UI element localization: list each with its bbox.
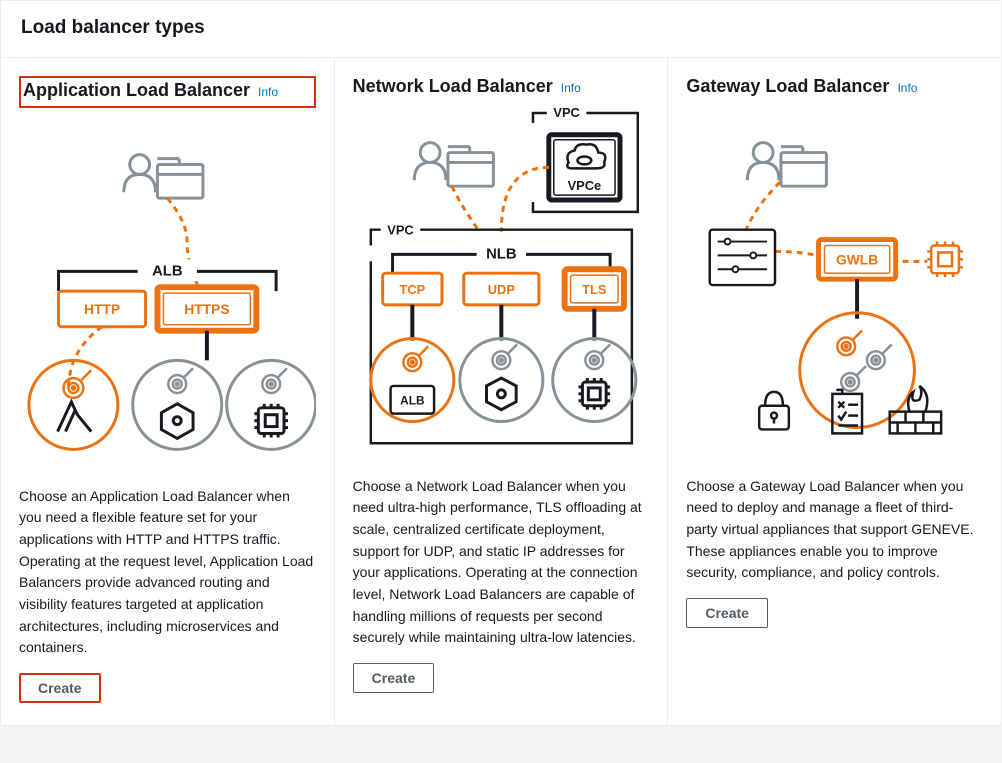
https-text: HTTPS <box>184 300 229 316</box>
cards-row: Application Load Balancer Info <box>1 58 1001 725</box>
load-balancer-types-panel: Load balancer types Application Load Bal… <box>0 0 1002 726</box>
alb-label: ALB <box>152 263 183 279</box>
gwlb-target-circle <box>800 312 915 427</box>
alb-desc: Choose an Application Load Balancer when… <box>19 486 316 660</box>
nlb-card: Network Load Balancer Info VPC VPC <box>335 58 669 725</box>
target-icon-2 <box>168 368 193 393</box>
target-icon <box>403 346 428 371</box>
page-title: Load balancer types <box>21 17 981 39</box>
hexagon-icon <box>161 403 193 438</box>
chip-icon-orange <box>928 241 964 277</box>
http-text: HTTP <box>84 300 120 316</box>
alb-dash-to-lambda <box>68 326 102 389</box>
hexagon-icon <box>486 378 516 410</box>
tcp-text: TCP <box>399 282 425 297</box>
alb-title-highlight: Application Load Balancer Info <box>19 76 316 108</box>
alb-card: Application Load Balancer Info <box>1 58 335 725</box>
chip-icon <box>578 378 610 410</box>
gwlb-card: Gateway Load Balancer Info <box>668 58 1001 725</box>
nlb-create-button[interactable]: Create <box>353 663 435 693</box>
nlb-info-link[interactable]: Info <box>561 81 581 95</box>
nlb-label: NLB <box>486 246 517 262</box>
user-dash <box>452 186 480 231</box>
gwlb-desc: Choose a Gateway Load Balancer when you … <box>686 476 983 584</box>
alb-info-link[interactable]: Info <box>258 85 278 99</box>
gwlb-label: GWLB <box>836 251 878 267</box>
nlb-head: Network Load Balancer Info <box>353 76 650 98</box>
alb-create-button[interactable]: Create <box>19 673 101 703</box>
gwlb-info-link[interactable]: Info <box>897 81 917 95</box>
gwlb-title: Gateway Load Balancer <box>686 76 889 98</box>
lambda-icon <box>58 401 92 431</box>
alb-diagram-svg: ALB HTTP HTTPS <box>19 131 316 471</box>
nlb-diagram-svg: VPC VPCe <box>353 101 650 481</box>
user-icon <box>414 142 493 186</box>
target-icon-3 <box>262 368 287 393</box>
user-icon <box>748 142 827 186</box>
nlb-title: Network Load Balancer <box>353 76 553 98</box>
vpce-label: VPCe <box>567 178 601 193</box>
udp-text: UDP <box>487 282 515 297</box>
alb-title: Application Load Balancer <box>23 80 250 102</box>
vpc-outer-label: VPC <box>553 105 579 120</box>
alb-diagram: ALB HTTP HTTPS <box>19 116 316 486</box>
gwlb-head: Gateway Load Balancer Info <box>686 76 983 98</box>
gwlb-create-button[interactable]: Create <box>686 598 768 628</box>
vpc-inner-label: VPC <box>387 222 413 237</box>
switches-box <box>710 229 775 284</box>
vpce-dash <box>501 167 548 231</box>
nlb-alb-target-label: ALB <box>400 393 425 407</box>
panel-header: Load balancer types <box>1 1 1001 58</box>
lock-icon <box>760 391 790 429</box>
chip-icon <box>254 403 288 437</box>
user-icon <box>124 154 203 198</box>
gwlb-diagram: GWLB <box>686 106 983 476</box>
gwlb-diagram-svg: GWLB <box>686 121 983 461</box>
nlb-desc: Choose a Network Load Balancer when you … <box>353 476 650 650</box>
tls-text: TLS <box>582 282 607 297</box>
nlb-diagram: VPC VPCe <box>353 106 650 476</box>
